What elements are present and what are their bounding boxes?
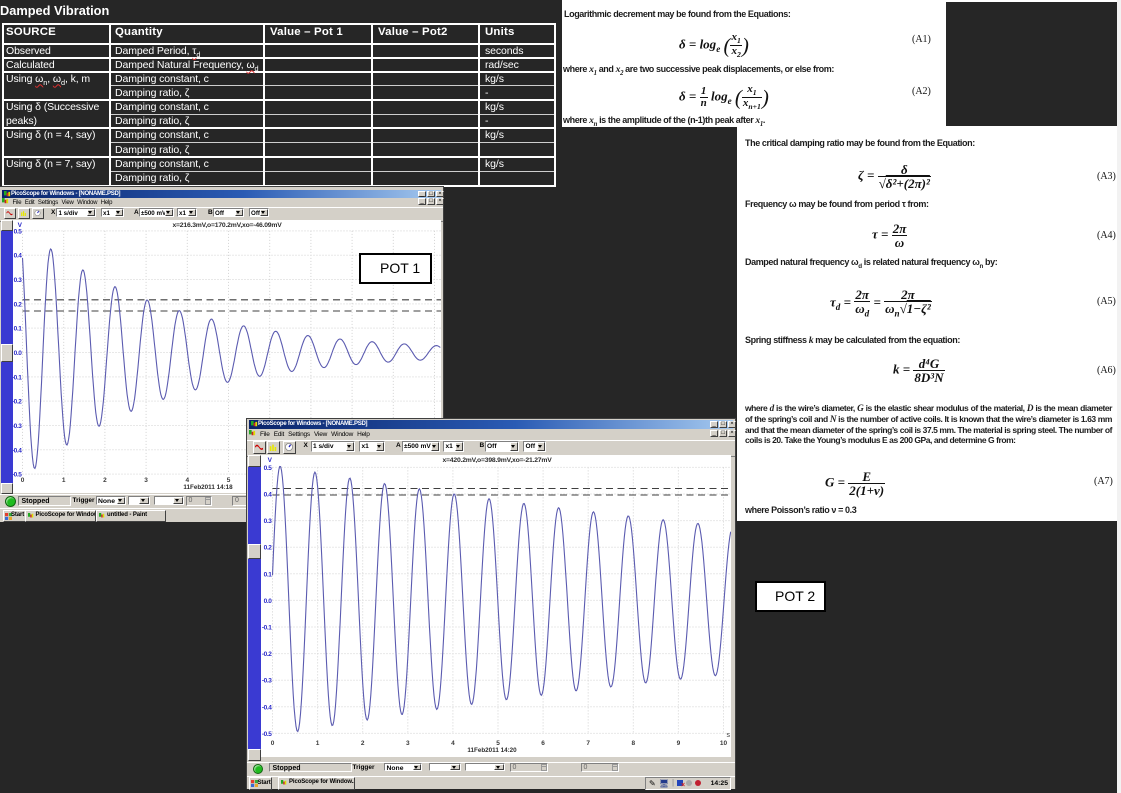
svg-text:1: 1 bbox=[62, 477, 66, 484]
svg-text:11Feb2011 14:18: 11Feb2011 14:18 bbox=[183, 484, 233, 491]
svg-text:-0.4: -0.4 bbox=[262, 704, 272, 711]
svg-text:-0.1: -0.1 bbox=[12, 374, 22, 381]
svg-text:7: 7 bbox=[586, 740, 590, 747]
svg-text:0.2: 0.2 bbox=[14, 301, 23, 308]
svg-text:0.1: 0.1 bbox=[264, 571, 273, 578]
svg-text:0.5: 0.5 bbox=[264, 465, 273, 472]
svg-text:0: 0 bbox=[271, 740, 275, 747]
svg-text:2: 2 bbox=[361, 740, 365, 747]
svg-text:4: 4 bbox=[185, 477, 189, 484]
svg-text:x=216.3mV,o=170.2mV,xo=-46.09m: x=216.3mV,o=170.2mV,xo=-46.09mV bbox=[172, 222, 282, 229]
svg-text:2: 2 bbox=[103, 477, 107, 484]
svg-text:0.5: 0.5 bbox=[14, 228, 23, 235]
svg-text:0.2: 0.2 bbox=[264, 545, 273, 552]
svg-text:-0.3: -0.3 bbox=[12, 423, 22, 430]
svg-text:1: 1 bbox=[316, 740, 320, 747]
svg-text:V: V bbox=[18, 222, 23, 229]
svg-text:9: 9 bbox=[677, 740, 681, 747]
svg-text:0.0: 0.0 bbox=[14, 350, 23, 357]
svg-text:0.3: 0.3 bbox=[264, 518, 273, 525]
svg-text:3: 3 bbox=[406, 740, 410, 747]
svg-text:0.1: 0.1 bbox=[14, 326, 23, 333]
svg-text:4: 4 bbox=[451, 740, 455, 747]
svg-text:x=420.2mV,o=398.9mV,xo=-21.27m: x=420.2mV,o=398.9mV,xo=-21.27mV bbox=[442, 457, 552, 464]
svg-text:0.4: 0.4 bbox=[264, 492, 273, 499]
svg-text:6: 6 bbox=[541, 740, 545, 747]
svg-text:11Feb2011 14:20: 11Feb2011 14:20 bbox=[467, 747, 517, 754]
svg-text:s: s bbox=[727, 732, 731, 739]
svg-text:0.4: 0.4 bbox=[14, 253, 23, 260]
svg-text:8: 8 bbox=[631, 740, 635, 747]
svg-text:0: 0 bbox=[21, 477, 25, 484]
svg-text:3: 3 bbox=[144, 477, 148, 484]
svg-text:-0.4: -0.4 bbox=[12, 447, 22, 454]
svg-text:-0.5: -0.5 bbox=[262, 731, 272, 738]
svg-text:5: 5 bbox=[496, 740, 500, 747]
svg-text:-0.1: -0.1 bbox=[262, 625, 272, 632]
svg-text:-0.3: -0.3 bbox=[262, 678, 272, 685]
svg-text:-0.2: -0.2 bbox=[262, 651, 272, 658]
svg-text:0.0: 0.0 bbox=[264, 598, 273, 605]
svg-text:-0.2: -0.2 bbox=[12, 399, 22, 406]
svg-text:5: 5 bbox=[227, 477, 231, 484]
svg-text:0.3: 0.3 bbox=[14, 277, 23, 284]
svg-text:10: 10 bbox=[720, 740, 728, 747]
svg-text:V: V bbox=[268, 457, 273, 464]
